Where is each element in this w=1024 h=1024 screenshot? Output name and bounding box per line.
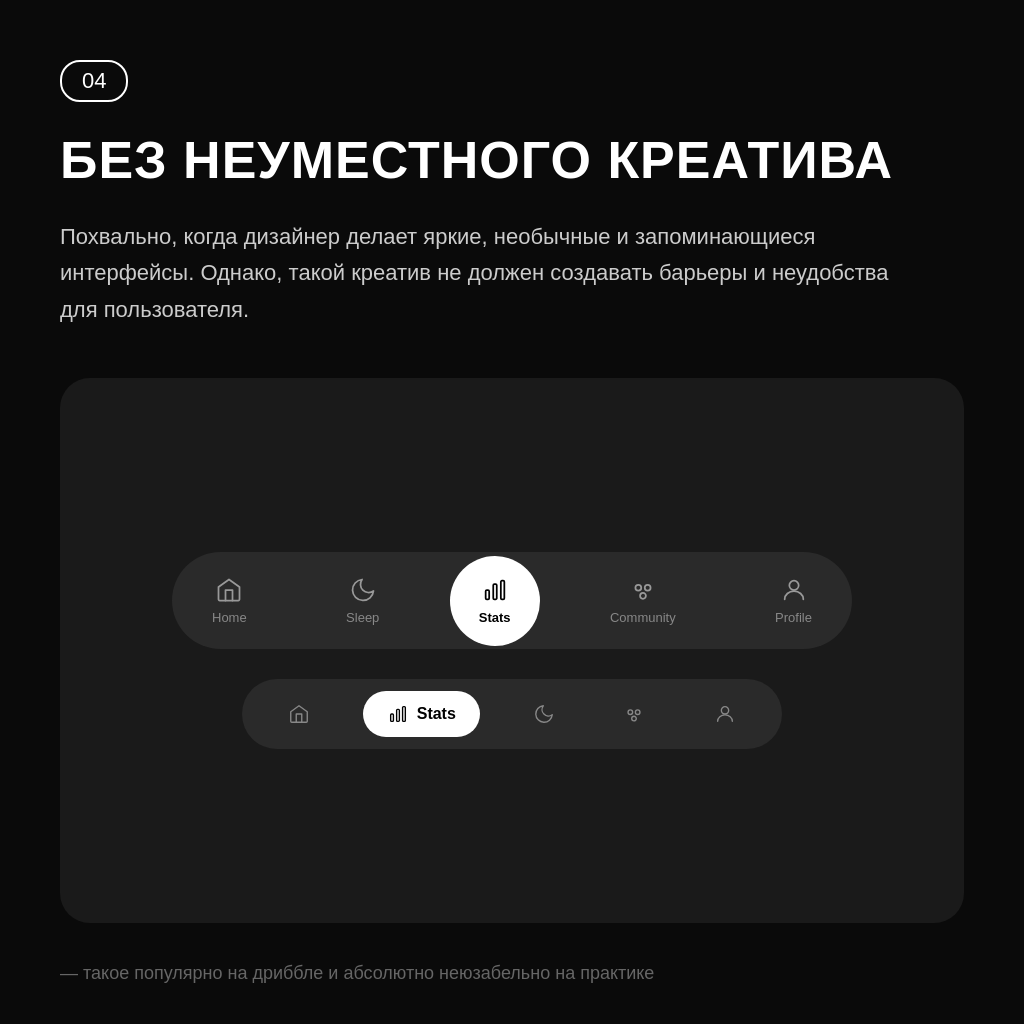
tab2-community[interactable]: [607, 691, 661, 737]
badge-label: 04: [82, 68, 106, 94]
svg-rect-7: [390, 714, 393, 721]
home-icon-2: [288, 703, 310, 725]
community-icon-2: [623, 703, 645, 725]
tab-bar-1: Home Sleep Stats: [172, 552, 852, 649]
moon-icon: [349, 576, 377, 604]
svg-point-4: [645, 585, 651, 591]
profile-icon-2: [714, 703, 736, 725]
tab2-sleep[interactable]: [517, 691, 571, 737]
profile-icon: [780, 576, 808, 604]
tab-home-label: Home: [212, 610, 247, 625]
svg-rect-2: [500, 581, 504, 600]
tab-home[interactable]: Home: [192, 564, 267, 637]
home-icon: [215, 576, 243, 604]
tab-profile-label: Profile: [775, 610, 812, 625]
svg-point-5: [640, 593, 646, 599]
stats-icon-2: [387, 703, 409, 725]
tab2-stats[interactable]: Stats: [363, 691, 480, 737]
tab-bar-2: Stats: [242, 679, 782, 749]
svg-rect-1: [493, 584, 497, 599]
tab2-profile[interactable]: [698, 691, 752, 737]
community-icon: [629, 576, 657, 604]
svg-point-6: [789, 581, 798, 590]
svg-point-12: [632, 716, 637, 721]
svg-point-3: [635, 585, 641, 591]
tab2-home[interactable]: [272, 691, 326, 737]
tab-stats-label: Stats: [479, 610, 511, 625]
description-text: Похвально, когда дизайнер делает яркие, …: [60, 219, 920, 328]
tab-community[interactable]: Community: [590, 564, 696, 637]
tab2-stats-label: Stats: [417, 705, 456, 723]
badge: 04: [60, 60, 128, 102]
svg-rect-0: [485, 590, 489, 599]
moon-icon-2: [533, 703, 555, 725]
svg-point-13: [721, 707, 728, 714]
tab-sleep-label: Sleep: [346, 610, 379, 625]
demo-area: Home Sleep Stats: [60, 378, 964, 923]
tab-community-label: Community: [610, 610, 676, 625]
svg-rect-9: [402, 707, 405, 722]
footer-text: — такое популярно на дриббле и абсолютно…: [60, 963, 964, 984]
svg-point-11: [636, 710, 641, 715]
tab-stats[interactable]: Stats: [459, 564, 531, 637]
tab-sleep[interactable]: Sleep: [326, 564, 399, 637]
tab-profile[interactable]: Profile: [755, 564, 832, 637]
svg-rect-8: [396, 709, 399, 721]
page-title: БЕЗ НЕУМЕСТНОГО КРЕАТИВА: [60, 132, 964, 189]
stats-icon: [481, 576, 509, 604]
svg-point-10: [628, 710, 633, 715]
